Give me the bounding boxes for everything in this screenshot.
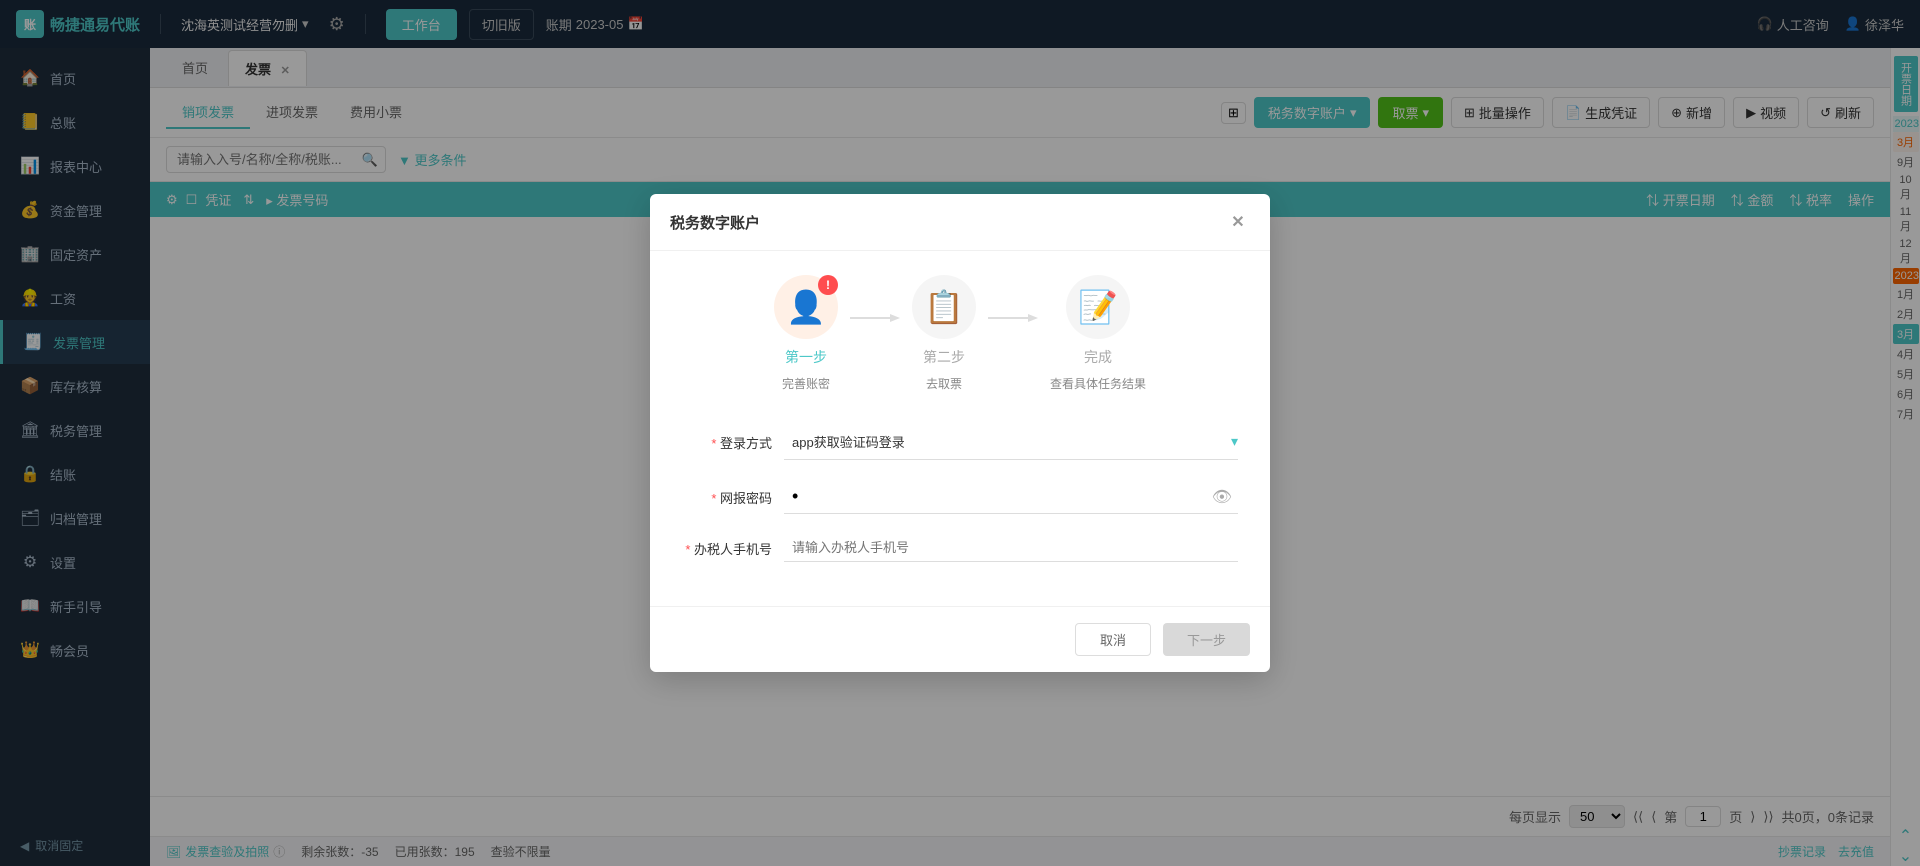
dialog-header: 税务数字账户 ✕: [650, 194, 1270, 251]
step-3-label: 完成: [1084, 347, 1112, 367]
steps-indicator: 👤 ! 第一步 完善账密 📋: [682, 275, 1238, 392]
step-3-icon-wrap: 📝: [1066, 275, 1130, 339]
step-2-icon-wrap: 📋: [912, 275, 976, 339]
login-method-dropdown-icon: ▾: [1231, 433, 1238, 450]
step-arrow-1: [838, 311, 912, 325]
step-1-label: 第一步: [785, 347, 827, 367]
login-method-value: app获取验证码登录: [784, 428, 1231, 455]
login-method-label: 登录方式: [682, 433, 772, 452]
step-2-desc: 去取票: [926, 375, 962, 392]
phone-label: 办税人手机号: [682, 539, 772, 558]
password-input[interactable]: [784, 484, 1206, 509]
password-field-wrap: 👁: [784, 480, 1238, 514]
dialog-form: 登录方式 app获取验证码登录 ▾ 网报密码 👁 办税人手机: [682, 424, 1238, 562]
dialog-body: 👤 ! 第一步 完善账密 📋: [650, 251, 1270, 606]
tax-digital-dialog: 税务数字账户 ✕ 👤 ! 第一步 完善账密: [650, 194, 1270, 672]
step-2: 📋 第二步 去取票: [912, 275, 976, 392]
login-method-row: 登录方式 app获取验证码登录 ▾: [682, 424, 1238, 460]
step-2-icon: 📋: [924, 288, 964, 326]
step-1-icon: 👤: [786, 288, 826, 326]
login-method-select[interactable]: app获取验证码登录 ▾: [784, 424, 1238, 460]
step-1-desc: 完善账密: [782, 375, 830, 392]
dialog-footer: 取消 下一步: [650, 606, 1270, 672]
step-3: 📝 完成 查看具体任务结果: [1050, 275, 1146, 392]
step-arrow-2: [976, 311, 1050, 325]
next-button[interactable]: 下一步: [1163, 623, 1250, 656]
cancel-button[interactable]: 取消: [1075, 623, 1151, 656]
dialog-overlay: 税务数字账户 ✕ 👤 ! 第一步 完善账密: [0, 0, 1920, 866]
dialog-title: 税务数字账户: [670, 212, 760, 233]
phone-input[interactable]: [784, 534, 1238, 562]
phone-row: 办税人手机号: [682, 534, 1238, 562]
eye-icon[interactable]: 👁: [1206, 487, 1238, 507]
step-2-label: 第二步: [923, 347, 965, 367]
dialog-close-btn[interactable]: ✕: [1226, 210, 1250, 234]
password-label: 网报密码: [682, 488, 772, 507]
step-3-icon: 📝: [1078, 288, 1118, 326]
step-1-icon-wrap: 👤 !: [774, 275, 838, 339]
step-1: 👤 ! 第一步 完善账密: [774, 275, 838, 392]
password-row: 网报密码 👁: [682, 480, 1238, 514]
step-3-desc: 查看具体任务结果: [1050, 375, 1146, 392]
step-1-badge: !: [818, 275, 838, 295]
